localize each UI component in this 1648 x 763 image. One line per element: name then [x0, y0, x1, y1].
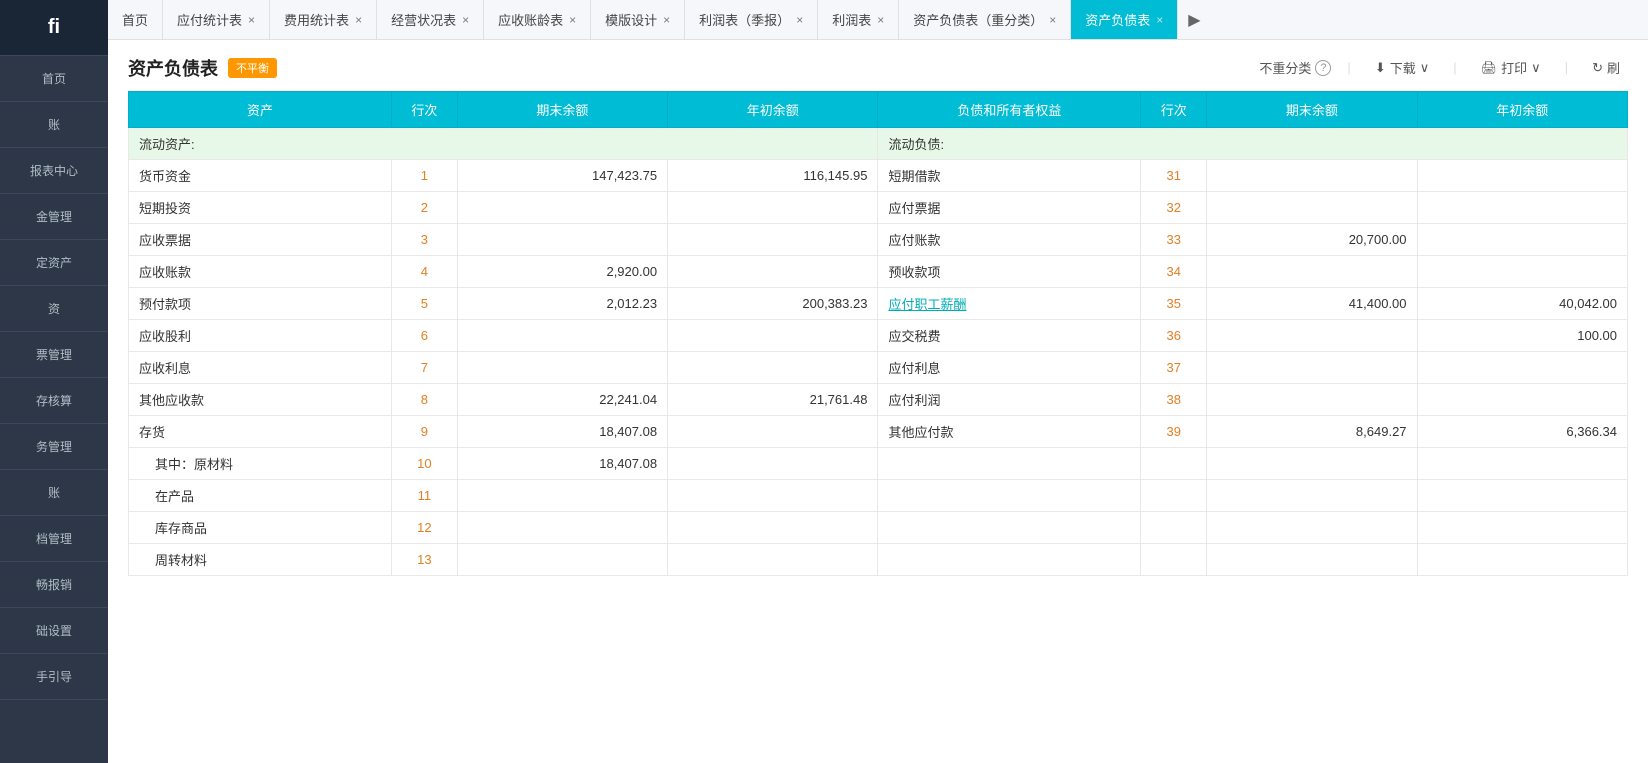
separator1: |	[1347, 60, 1350, 75]
header-row-num: 行次	[391, 92, 457, 128]
sidebar-item-home[interactable]: 首页	[0, 56, 108, 102]
page-title: 资产负债表	[128, 55, 218, 81]
sidebar-item-guide[interactable]: 手引导	[0, 654, 108, 700]
tab-bar: 首页 应付统计表 × 费用统计表 × 经营状况表 × 应收账龄表 × 模版设计 …	[108, 0, 1648, 40]
table-row[interactable]: 应收利息 7 应付利息 37	[129, 352, 1628, 384]
tab-ap-summary[interactable]: 应付统计表 ×	[163, 0, 270, 40]
balance-sheet-table: 资产 行次 期末余额 年初余额 负债和所有者权益 行次 期末余额 年初余额 流动…	[128, 91, 1628, 576]
close-tab-expense-summary[interactable]: ×	[355, 13, 362, 27]
table-row[interactable]: 预付款项 5 2,012.23 200,383.23 应付职工薪酬 35 41,…	[129, 288, 1628, 320]
tab-template-design[interactable]: 模版设计 ×	[591, 0, 685, 40]
close-tab-balance-sheet[interactable]: ×	[1156, 13, 1163, 27]
begin-balance2	[1417, 160, 1627, 192]
section-label-liabilities: 流动负债:	[878, 128, 1628, 160]
sidebar-item-settings[interactable]: 础设置	[0, 608, 108, 654]
no-classify-option[interactable]: 不重分类 ?	[1259, 58, 1331, 77]
sidebar-logo: fi	[0, 0, 108, 56]
table-row[interactable]: 周转材料 13	[129, 544, 1628, 576]
refresh-button[interactable]: ↻ 刷	[1584, 54, 1628, 81]
page-actions: 不重分类 ? | ⬇ 下载 ∨ | 🖨 打印 ∨ | ↻ 刷	[1259, 54, 1628, 81]
tab-balance-sheet[interactable]: 资产负债表 ×	[1071, 0, 1178, 40]
print-button[interactable]: 🖨 打印 ∨	[1473, 54, 1549, 81]
table-row[interactable]: 其中：原材料 10 18,407.08	[129, 448, 1628, 480]
close-tab-operations[interactable]: ×	[462, 13, 469, 27]
table-row[interactable]: 存货 9 18,407.08 其他应付款 39 8,649.27 6,366.3…	[129, 416, 1628, 448]
liability-name: 短期借款	[878, 160, 1141, 192]
separator3: |	[1565, 60, 1568, 75]
sidebar-item-archive[interactable]: 档管理	[0, 516, 108, 562]
sidebar-item-report-center[interactable]: 报表中心	[0, 148, 108, 194]
content-area: 资产负债表 不平衡 不重分类 ? | ⬇ 下载 ∨ | 🖨 打印 ∨	[108, 40, 1648, 763]
print-icon: 🖨	[1481, 60, 1498, 76]
end-balance2	[1207, 160, 1417, 192]
help-icon[interactable]: ?	[1315, 60, 1331, 76]
header-begin-balance: 年初余额	[668, 92, 878, 128]
row-num: 1	[391, 160, 457, 192]
tab-expense-summary[interactable]: 费用统计表 ×	[270, 0, 377, 40]
sidebar-item-fund[interactable]: 金管理	[0, 194, 108, 240]
page-title-area: 资产负债表 不平衡	[128, 55, 277, 81]
table-row[interactable]: 在产品 11	[129, 480, 1628, 512]
header-asset: 资产	[129, 92, 392, 128]
close-tab-ar-aging[interactable]: ×	[569, 13, 576, 27]
tab-profit-quarterly[interactable]: 利润表（季报） ×	[685, 0, 818, 40]
sidebar-item-investment[interactable]: 资	[0, 286, 108, 332]
print-chevron-icon: ∨	[1531, 60, 1541, 76]
header-row-num2: 行次	[1141, 92, 1207, 128]
sidebar-item-ledger[interactable]: 账	[0, 470, 108, 516]
table-row[interactable]: 货币资金 1 147,423.75 116,145.95 短期借款 31	[129, 160, 1628, 192]
row-num2: 31	[1141, 160, 1207, 192]
sidebar-item-invoice[interactable]: 票管理	[0, 332, 108, 378]
section-label-assets: 流动资产:	[129, 128, 878, 160]
header-liability: 负债和所有者权益	[878, 92, 1141, 128]
section-header-current-assets: 流动资产: 流动负债:	[129, 128, 1628, 160]
page-header: 资产负债表 不平衡 不重分类 ? | ⬇ 下载 ∨ | 🖨 打印 ∨	[108, 40, 1648, 91]
table-row[interactable]: 应收票据 3 应付账款 33 20,700.00	[129, 224, 1628, 256]
download-button[interactable]: ⬇ 下载 ∨	[1367, 54, 1437, 81]
sidebar-item-account[interactable]: 账	[0, 102, 108, 148]
close-tab-balance-reclassified[interactable]: ×	[1049, 13, 1056, 27]
begin-balance: 116,145.95	[668, 160, 878, 192]
tab-home[interactable]: 首页	[108, 0, 163, 40]
sidebar: fi 首页 账 报表中心 金管理 定资产 资 票管理 存核算 务管理 账 档管理…	[0, 0, 108, 763]
tab-ar-aging[interactable]: 应收账龄表 ×	[484, 0, 591, 40]
sidebar-item-expense[interactable]: 畅报销	[0, 562, 108, 608]
main-area: 首页 应付统计表 × 费用统计表 × 经营状况表 × 应收账龄表 × 模版设计 …	[108, 0, 1648, 763]
sidebar-item-tax[interactable]: 务管理	[0, 424, 108, 470]
tab-profit[interactable]: 利润表 ×	[818, 0, 899, 40]
end-balance: 147,423.75	[457, 160, 667, 192]
table-row[interactable]: 短期投资 2 应付票据 32	[129, 192, 1628, 224]
tab-operations[interactable]: 经营状况表 ×	[377, 0, 484, 40]
separator2: |	[1453, 60, 1456, 75]
download-icon: ⬇	[1375, 60, 1386, 76]
tab-balance-reclassified[interactable]: 资产负债表（重分类） ×	[899, 0, 1071, 40]
table-container: 资产 行次 期末余额 年初余额 负债和所有者权益 行次 期末余额 年初余额 流动…	[108, 91, 1648, 596]
close-tab-ap-summary[interactable]: ×	[248, 13, 255, 27]
sidebar-item-inventory[interactable]: 存核算	[0, 378, 108, 424]
table-row[interactable]: 库存商品 12	[129, 512, 1628, 544]
close-tab-template-design[interactable]: ×	[663, 13, 670, 27]
close-tab-profit-quarterly[interactable]: ×	[796, 13, 803, 27]
table-row[interactable]: 应收账款 4 2,920.00 预收款项 34	[129, 256, 1628, 288]
download-chevron-icon: ∨	[1420, 60, 1430, 76]
header-end-balance2: 期末余额	[1207, 92, 1417, 128]
close-tab-profit[interactable]: ×	[877, 13, 884, 27]
table-row[interactable]: 应收股利 6 应交税费 36 100.00	[129, 320, 1628, 352]
table-row[interactable]: 其他应收款 8 22,241.04 21,761.48 应付利润 38	[129, 384, 1628, 416]
asset-name: 货币资金	[129, 160, 392, 192]
refresh-icon: ↻	[1592, 60, 1603, 76]
header-end-balance: 期末余额	[457, 92, 667, 128]
header-begin-balance2: 年初余额	[1417, 92, 1627, 128]
unbalanced-badge: 不平衡	[228, 58, 277, 78]
sidebar-item-fixed-assets[interactable]: 定资产	[0, 240, 108, 286]
tab-nav-arrow[interactable]: ▶	[1178, 10, 1210, 30]
